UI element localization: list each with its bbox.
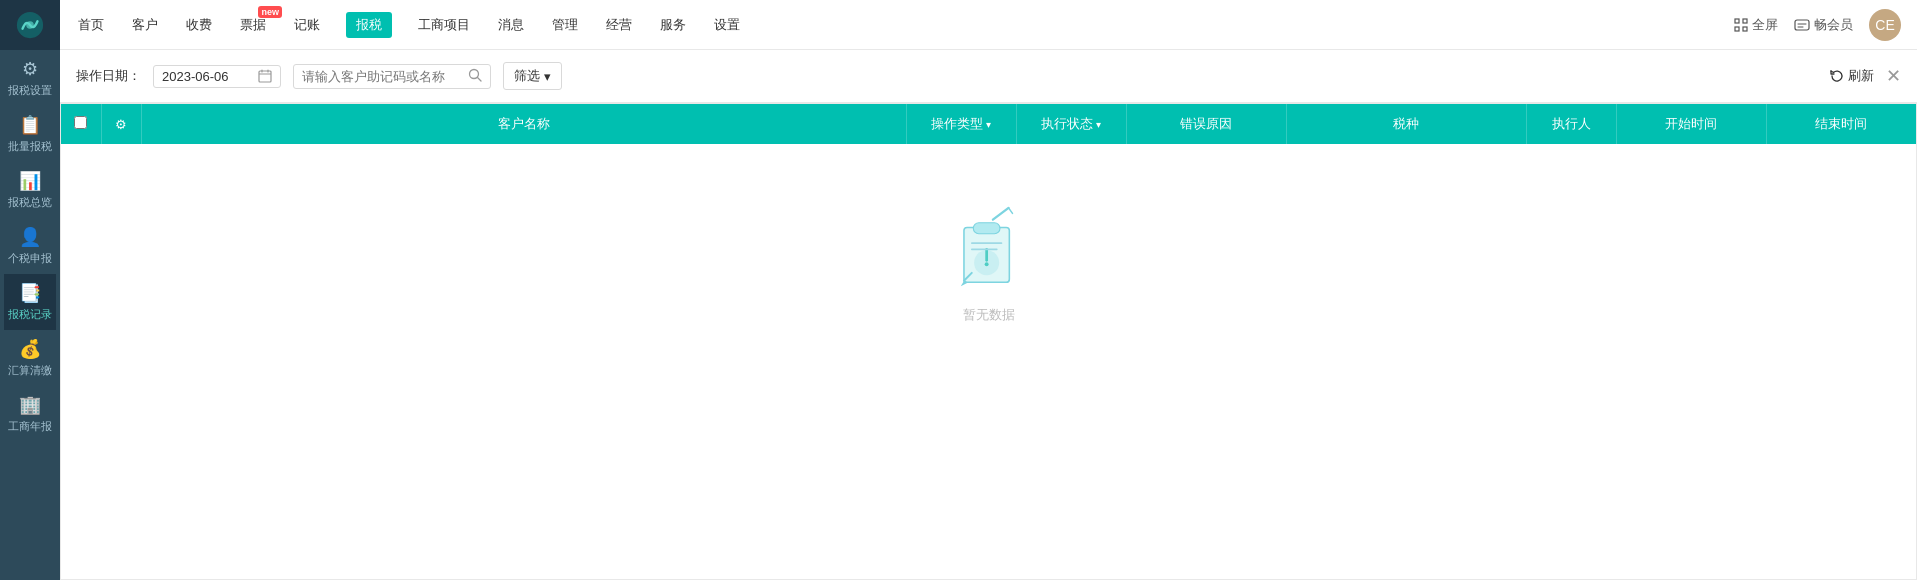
gongshang-nianbao-label: 工商年报 — [8, 419, 52, 434]
sidebar-item-geshuishenbao[interactable]: 👤 个税申报 — [4, 218, 56, 274]
sidebar-item-baoshui-shezhi[interactable]: ⚙ 报税设置 — [4, 50, 56, 106]
baoshui-jilu-label: 报税记录 — [8, 307, 52, 322]
member-button[interactable]: 畅会员 — [1794, 16, 1853, 34]
sidebar-item-gongshang-nianbao[interactable]: 🏢 工商年报 — [4, 386, 56, 442]
refresh-label: 刷新 — [1848, 67, 1874, 85]
sort-icon-exec-status: ▾ — [1096, 119, 1101, 130]
topnav-item-shoufei[interactable]: 收费 — [184, 12, 214, 38]
sort-icon-op-type: ▾ — [986, 119, 991, 130]
th-end-time: 结束时间 — [1766, 104, 1916, 144]
topnav-item-baoshui[interactable]: 报税 — [346, 12, 392, 38]
baoshui-shezhi-label: 报税设置 — [8, 83, 52, 98]
data-table: ⚙ 客户名称 操作类型▾ 执行状态▾ 错误原因 税种 执行人 开始时间 结束时间 — [61, 104, 1916, 384]
sidebar: ⚙ 报税设置 📋 批量报税 📊 报税总览 👤 个税申报 📑 报税记录 💰 汇算清缴 🏢 工商年报 — [0, 0, 60, 580]
refresh-icon — [1830, 69, 1844, 83]
topnav-item-guanli[interactable]: 管理 — [550, 12, 580, 38]
th-start-time: 开始时间 — [1616, 104, 1766, 144]
topnav-item-piao[interactable]: 票据new — [238, 12, 268, 38]
badge-new-piao: new — [258, 6, 282, 18]
fullscreen-button[interactable]: 全屏 — [1734, 16, 1778, 34]
table-header-row: ⚙ 客户名称 操作类型▾ 执行状态▾ 错误原因 税种 执行人 开始时间 结束时间 — [61, 104, 1916, 144]
date-input-wrap[interactable] — [153, 65, 281, 88]
topnav-item-customer[interactable]: 客户 — [130, 12, 160, 38]
toolbar: 操作日期： 筛选 ▾ — [60, 50, 1917, 103]
topnav-item-xiaoxi[interactable]: 消息 — [496, 12, 526, 38]
main-area: 首页客户收费票据new 记账报税工商项目消息管理经营服务设置 全屏 畅会员 CE — [60, 0, 1917, 580]
svg-rect-3 — [1743, 19, 1747, 23]
select-all-checkbox[interactable] — [74, 116, 87, 129]
member-label: 畅会员 — [1814, 16, 1853, 34]
topnav-item-shezhi[interactable]: 设置 — [712, 12, 742, 38]
svg-rect-7 — [259, 71, 271, 82]
date-label: 操作日期： — [76, 67, 141, 85]
svg-point-14 — [984, 262, 988, 266]
empty-state: 暂无数据 — [61, 144, 1916, 384]
th-checkbox — [61, 104, 101, 144]
sidebar-item-baoshui-jilu[interactable]: 📑 报税记录 — [4, 274, 56, 330]
topnav-item-fuwu[interactable]: 服务 — [658, 12, 688, 38]
baoshui-jilu-icon: 📑 — [19, 282, 41, 304]
sidebar-item-huisuan-jiaona[interactable]: 💰 汇算清缴 — [4, 330, 56, 386]
filter-button[interactable]: 筛选 ▾ — [503, 62, 562, 90]
geshuishenbao-icon: 👤 — [19, 226, 41, 248]
topnav-item-gongshang[interactable]: 工商项目 — [416, 12, 472, 38]
svg-line-10 — [1008, 208, 1012, 213]
svg-line-9 — [992, 208, 1008, 220]
svg-rect-4 — [1735, 27, 1739, 31]
topnav-item-jingying[interactable]: 经营 — [604, 12, 634, 38]
empty-text: 暂无数据 — [963, 306, 1015, 324]
empty-illustration — [949, 204, 1029, 294]
th-op-type: 操作类型▾ — [906, 104, 1016, 144]
refresh-button[interactable]: 刷新 — [1830, 67, 1874, 85]
topnav: 首页客户收费票据new 记账报税工商项目消息管理经营服务设置 全屏 畅会员 CE — [60, 0, 1917, 50]
svg-point-1 — [26, 21, 34, 29]
baoshui-shezhi-icon: ⚙ — [22, 58, 38, 80]
empty-row: 暂无数据 — [61, 144, 1916, 384]
date-input[interactable] — [162, 69, 252, 84]
topnav-right: 全屏 畅会员 CE — [1734, 9, 1901, 41]
search-input[interactable] — [302, 69, 462, 84]
toolbar-right: 刷新 ✕ — [1830, 65, 1901, 87]
close-button[interactable]: ✕ — [1886, 65, 1901, 87]
topnav-item-home[interactable]: 首页 — [76, 12, 106, 38]
th-executor: 执行人 — [1526, 104, 1616, 144]
search-wrap — [293, 64, 491, 89]
gongshang-nianbao-icon: 🏢 — [19, 394, 41, 416]
table-wrap: ⚙ 客户名称 操作类型▾ 执行状态▾ 错误原因 税种 执行人 开始时间 结束时间 — [60, 103, 1917, 580]
filter-label: 筛选 — [514, 67, 540, 85]
svg-rect-2 — [1735, 19, 1739, 23]
baoshui-zonglang-label: 报税总览 — [8, 195, 52, 210]
svg-rect-5 — [1743, 27, 1747, 31]
svg-rect-6 — [1795, 20, 1809, 30]
svg-rect-12 — [973, 223, 1000, 234]
th-exec-status: 执行状态▾ — [1016, 104, 1126, 144]
piliang-baoshui-label: 批量报税 — [8, 139, 52, 154]
topnav-item-jizhang[interactable]: 记账 — [292, 12, 322, 38]
huisuan-jiaona-icon: 💰 — [19, 338, 41, 360]
sidebar-item-baoshui-zonglang[interactable]: 📊 报税总览 — [4, 162, 56, 218]
sidebar-item-piliang-baoshui[interactable]: 📋 批量报税 — [4, 106, 56, 162]
th-error-reason: 错误原因 — [1126, 104, 1286, 144]
baoshui-zonglang-icon: 📊 — [19, 170, 41, 192]
geshuishenbao-label: 个税申报 — [8, 251, 52, 266]
sidebar-logo — [0, 0, 60, 50]
avatar[interactable]: CE — [1869, 9, 1901, 41]
fullscreen-label: 全屏 — [1752, 16, 1778, 34]
piliang-baoshui-icon: 📋 — [19, 114, 41, 136]
th-settings[interactable]: ⚙ — [101, 104, 141, 144]
huisuan-jiaona-label: 汇算清缴 — [8, 363, 52, 378]
calendar-icon — [258, 69, 272, 83]
th-tax-type: 税种 — [1286, 104, 1526, 144]
search-icon[interactable] — [468, 68, 482, 85]
content: 操作日期： 筛选 ▾ — [60, 50, 1917, 580]
chevron-down-icon: ▾ — [544, 69, 551, 84]
th-client-name: 客户名称 — [141, 104, 906, 144]
